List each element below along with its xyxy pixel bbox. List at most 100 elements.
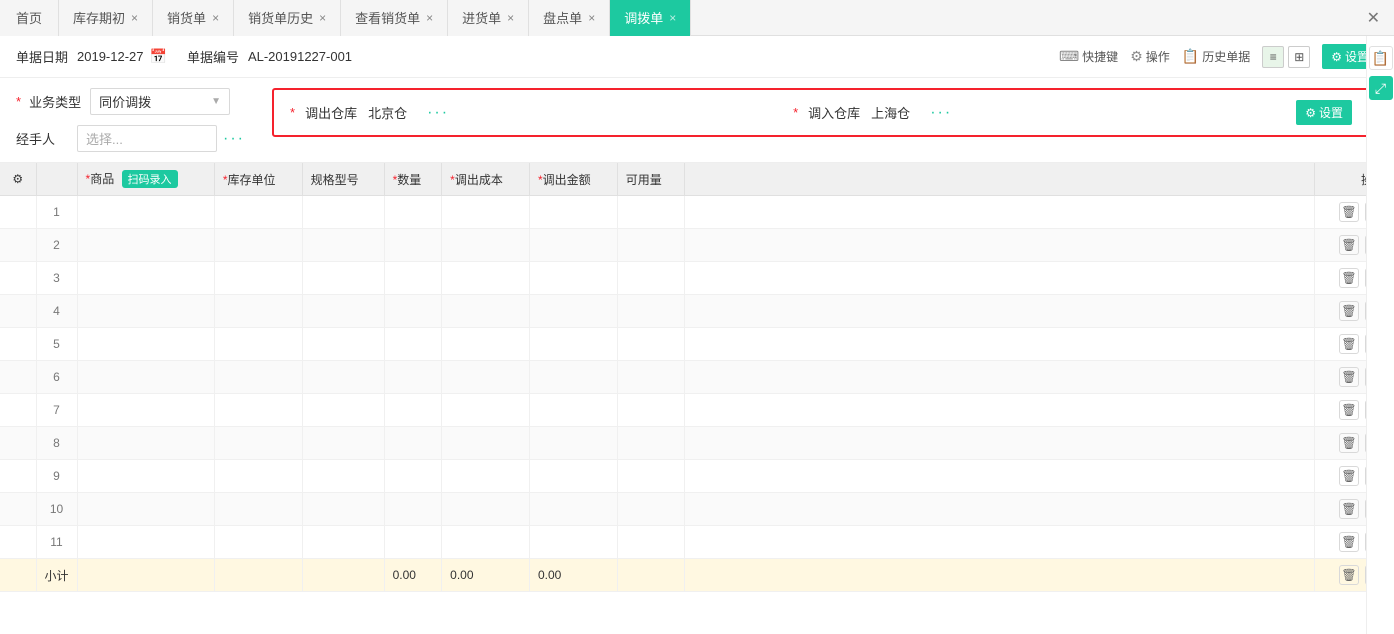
delete-row-icon[interactable]: 🗑 [1339,499,1359,519]
row-amount-cell[interactable] [529,262,617,295]
row-amount-cell[interactable] [529,493,617,526]
delete-row-icon[interactable]: 🗑 [1339,532,1359,552]
row-quantity-cell[interactable] [384,196,442,229]
calendar-icon[interactable]: 📅 [150,48,167,65]
delete-row-icon[interactable]: 🗑 [1339,334,1359,354]
row-quantity-cell[interactable] [384,262,442,295]
history-action[interactable]: 📋 历史单据 [1182,48,1250,65]
tab-purchase[interactable]: 进货单 × [448,0,529,36]
row-spec-cell[interactable] [302,460,384,493]
row-available-cell[interactable] [617,394,684,427]
box-settings-button[interactable]: ⚙ 设置 [1296,100,1352,125]
business-type-select[interactable]: 同价调拨 ▼ [90,88,230,115]
tab-sales-order[interactable]: 销货单 × [153,0,234,36]
row-spec-cell[interactable] [302,361,384,394]
layout-list-btn[interactable]: ≡ [1262,46,1284,68]
delete-row-icon[interactable]: 🗑 [1339,235,1359,255]
tab-inventory-init[interactable]: 库存期初 × [59,0,153,36]
row-amount-cell[interactable] [529,229,617,262]
row-cost-cell[interactable] [442,262,530,295]
row-cost-cell[interactable] [442,196,530,229]
row-unit-cell[interactable] [214,262,302,295]
row-quantity-cell[interactable] [384,328,442,361]
operations-action[interactable]: ⚙ 操作 [1130,48,1170,65]
row-quantity-cell[interactable] [384,526,442,559]
tab-transfer[interactable]: 调拨单 × [610,0,691,36]
row-quantity-cell[interactable] [384,493,442,526]
row-amount-cell[interactable] [529,394,617,427]
row-quantity-cell[interactable] [384,361,442,394]
subtotal-delete-icon[interactable]: 🗑 [1339,565,1359,585]
window-close-button[interactable]: ✕ [1353,0,1394,36]
row-available-cell[interactable] [617,262,684,295]
row-available-cell[interactable] [617,328,684,361]
row-spec-cell[interactable] [302,295,384,328]
tab-close-purchase[interactable]: × [507,11,514,25]
row-product-cell[interactable] [77,460,214,493]
row-product-cell[interactable] [77,328,214,361]
row-spec-cell[interactable] [302,493,384,526]
row-cost-cell[interactable] [442,295,530,328]
sidebar-expand-icon[interactable]: ⤢ [1369,76,1393,100]
sidebar-note-icon[interactable]: 📋 [1369,46,1393,70]
row-cost-cell[interactable] [442,229,530,262]
delete-row-icon[interactable]: 🗑 [1339,202,1359,222]
row-product-cell[interactable] [77,394,214,427]
row-unit-cell[interactable] [214,427,302,460]
tab-close-view-sales[interactable]: × [426,11,433,25]
row-available-cell[interactable] [617,196,684,229]
row-amount-cell[interactable] [529,460,617,493]
row-amount-cell[interactable] [529,196,617,229]
row-available-cell[interactable] [617,526,684,559]
row-spec-cell[interactable] [302,196,384,229]
row-amount-cell[interactable] [529,526,617,559]
row-cost-cell[interactable] [442,526,530,559]
row-spec-cell[interactable] [302,526,384,559]
tab-sales-history[interactable]: 销货单历史 × [234,0,341,36]
row-quantity-cell[interactable] [384,460,442,493]
row-cost-cell[interactable] [442,361,530,394]
handler-more-icon[interactable]: ··· [223,130,245,148]
transfer-in-more-icon[interactable]: ··· [930,104,952,122]
row-unit-cell[interactable] [214,295,302,328]
row-cost-cell[interactable] [442,460,530,493]
tab-home[interactable]: 首页 [0,0,59,36]
row-product-cell[interactable] [77,295,214,328]
row-unit-cell[interactable] [214,394,302,427]
row-unit-cell[interactable] [214,328,302,361]
row-quantity-cell[interactable] [384,394,442,427]
delete-row-icon[interactable]: 🗑 [1339,367,1359,387]
row-available-cell[interactable] [617,493,684,526]
transfer-out-more-icon[interactable]: ··· [427,104,449,122]
delete-row-icon[interactable]: 🗑 [1339,400,1359,420]
row-spec-cell[interactable] [302,229,384,262]
row-quantity-cell[interactable] [384,295,442,328]
row-available-cell[interactable] [617,295,684,328]
row-quantity-cell[interactable] [384,427,442,460]
tab-view-sales[interactable]: 查看销货单 × [341,0,448,36]
row-available-cell[interactable] [617,229,684,262]
gear-column-header[interactable]: ⚙ [0,163,36,196]
row-unit-cell[interactable] [214,361,302,394]
scan-entry-button[interactable]: 扫码录入 [122,170,178,188]
row-spec-cell[interactable] [302,262,384,295]
tab-stocktake[interactable]: 盘点单 × [529,0,610,36]
delete-row-icon[interactable]: 🗑 [1339,466,1359,486]
tab-close-transfer[interactable]: × [669,11,676,25]
delete-row-icon[interactable]: 🗑 [1339,433,1359,453]
row-cost-cell[interactable] [442,427,530,460]
tab-close-inventory-init[interactable]: × [131,11,138,25]
row-cost-cell[interactable] [442,328,530,361]
row-available-cell[interactable] [617,427,684,460]
row-product-cell[interactable] [77,196,214,229]
tab-close-sales-history[interactable]: × [319,11,326,25]
row-product-cell[interactable] [77,361,214,394]
layout-grid-btn[interactable]: ⊞ [1288,46,1310,68]
row-spec-cell[interactable] [302,328,384,361]
row-spec-cell[interactable] [302,427,384,460]
handler-select[interactable]: 选择... [77,125,217,152]
tab-close-stocktake[interactable]: × [588,11,595,25]
row-product-cell[interactable] [77,262,214,295]
row-amount-cell[interactable] [529,361,617,394]
tab-close-sales-order[interactable]: × [212,11,219,25]
